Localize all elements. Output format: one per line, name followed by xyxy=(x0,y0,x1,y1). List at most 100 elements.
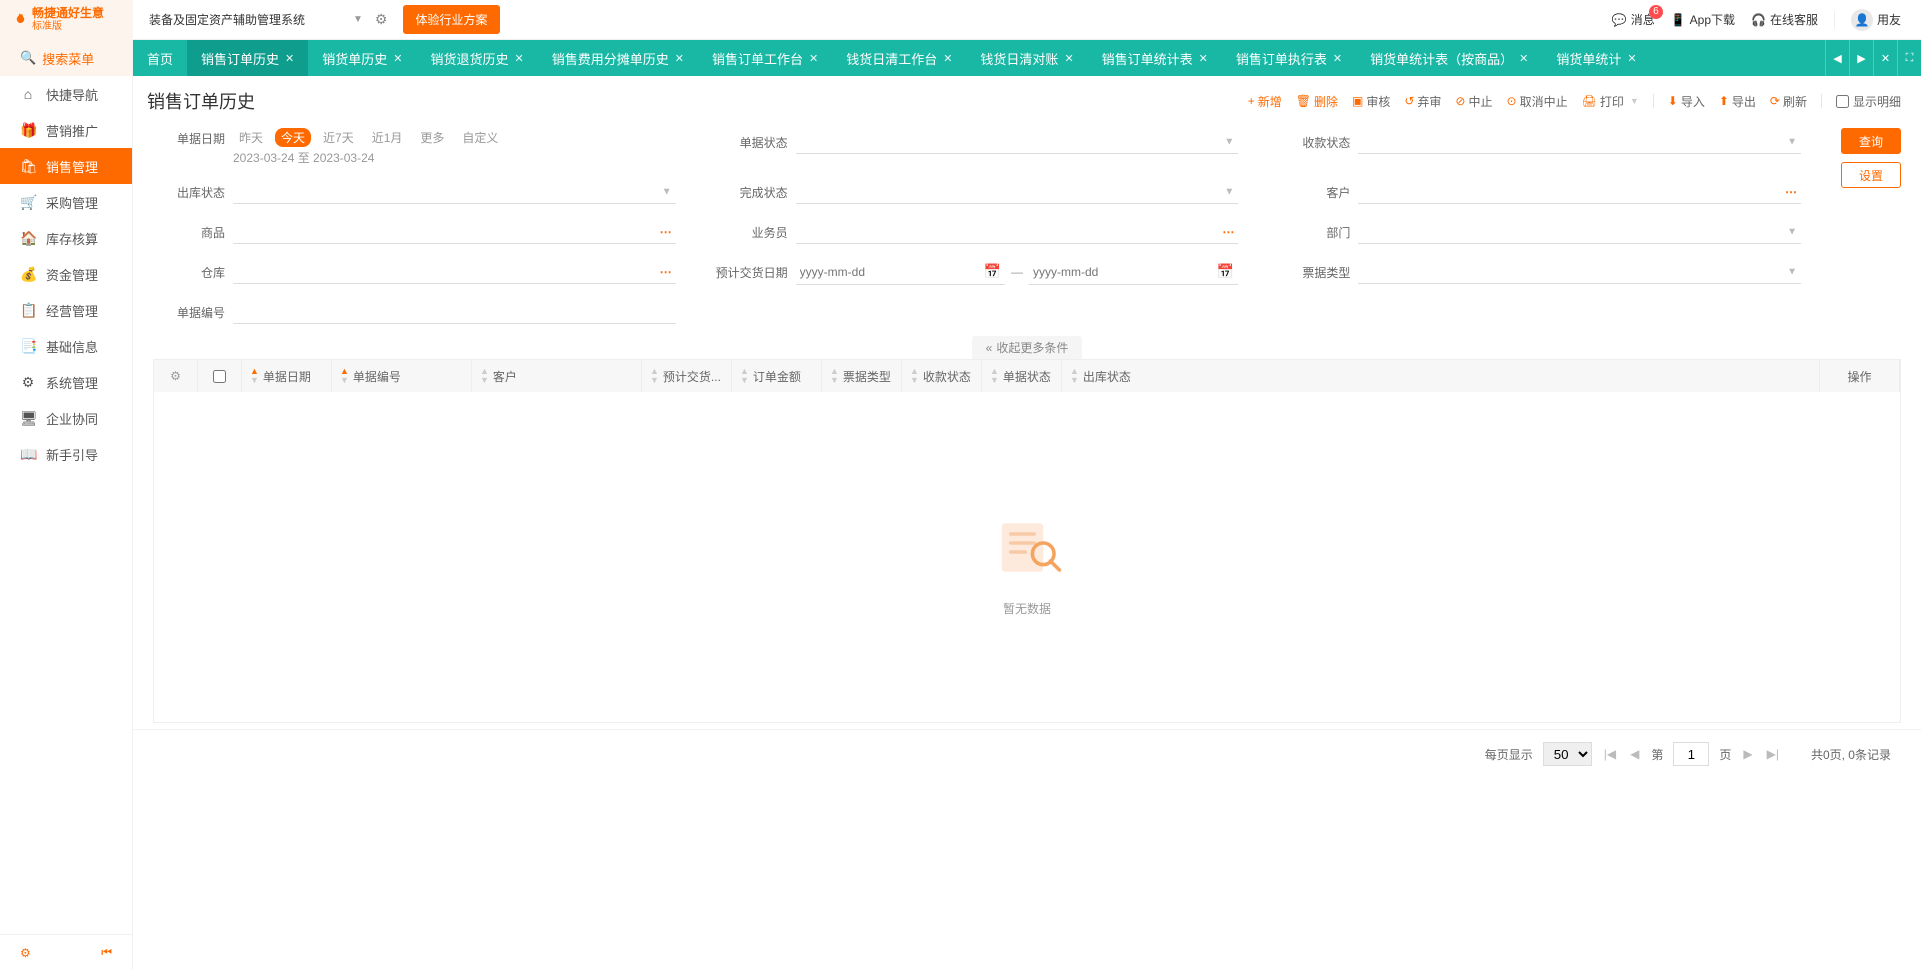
warehouse-input[interactable] xyxy=(233,258,676,284)
date-range-option[interactable]: 昨天 xyxy=(233,128,269,147)
last-page-button[interactable]: ▶| xyxy=(1765,747,1781,761)
messages-link[interactable]: 💬 消息 6 xyxy=(1612,11,1655,28)
tab[interactable]: 钱货日清对账✕ xyxy=(966,40,1087,76)
unstop-button[interactable]: ⊙取消中止 xyxy=(1507,93,1568,110)
industry-plan-button[interactable]: 体验行业方案 xyxy=(403,5,499,34)
expect-date-from[interactable] xyxy=(796,259,1005,285)
close-icon[interactable]: ✕ xyxy=(393,52,402,65)
page-input[interactable] xyxy=(1673,742,1709,766)
prev-page-button[interactable]: ◀ xyxy=(1628,747,1641,761)
close-icon[interactable]: ✕ xyxy=(675,52,684,65)
sidebar-item[interactable]: 🏠库存核算 xyxy=(0,220,132,256)
audit-button[interactable]: ▣审核 xyxy=(1352,93,1390,110)
brand-logo[interactable]: 畅捷通好生意 标准版 xyxy=(0,0,133,40)
next-page-button[interactable]: ▶ xyxy=(1741,747,1754,761)
tab[interactable]: 销售订单统计表✕ xyxy=(1088,40,1222,76)
sidebar-item[interactable]: 📖新手引导 xyxy=(0,436,132,472)
calendar-icon[interactable]: 📅 xyxy=(1217,263,1234,280)
page-size-select[interactable]: 50 xyxy=(1543,742,1592,766)
lookup-icon[interactable]: ⋯ xyxy=(1785,185,1797,199)
tabs-scroll-right[interactable]: ▶ xyxy=(1849,40,1873,76)
sidebar-item[interactable]: ⚙系统管理 xyxy=(0,364,132,400)
delete-button[interactable]: 🗑删除 xyxy=(1296,93,1338,110)
close-icon[interactable]: ✕ xyxy=(1064,52,1073,65)
import-button[interactable]: ⬇导入 xyxy=(1668,93,1705,110)
table-col-header[interactable]: ▲▼收款状态 xyxy=(902,360,982,392)
tab[interactable]: 首页 xyxy=(133,40,187,76)
export-button[interactable]: ⬆导出 xyxy=(1719,93,1756,110)
close-icon[interactable]: ✕ xyxy=(515,52,524,65)
table-col-header[interactable]: ▲▼订单金额 xyxy=(732,360,822,392)
salesman-input[interactable] xyxy=(796,218,1239,244)
abandon-audit-button[interactable]: ↺弃审 xyxy=(1404,93,1441,110)
stop-button[interactable]: ⊘中止 xyxy=(1455,93,1492,110)
tab[interactable]: 销货退货历史✕ xyxy=(416,40,537,76)
tabs-fullscreen[interactable]: ⛶ xyxy=(1897,40,1921,76)
lookup-icon[interactable]: ⋯ xyxy=(1222,225,1234,239)
show-detail-checkbox[interactable] xyxy=(1836,95,1849,108)
date-range-option[interactable]: 近1月 xyxy=(366,128,409,147)
close-icon[interactable]: ✕ xyxy=(943,52,952,65)
query-button[interactable]: 查询 xyxy=(1841,128,1901,154)
sidebar-item[interactable]: 💰资金管理 xyxy=(0,256,132,292)
sidebar-item[interactable]: 🛍销售管理 xyxy=(0,148,132,184)
tab[interactable]: 销售费用分摊单历史✕ xyxy=(538,40,698,76)
dept-select[interactable] xyxy=(1358,218,1801,244)
lookup-icon[interactable]: ⋯ xyxy=(660,225,672,239)
done-status-select[interactable] xyxy=(796,178,1239,204)
tab[interactable]: 销售订单工作台✕ xyxy=(698,40,832,76)
sidebar-item[interactable]: 📋经营管理 xyxy=(0,292,132,328)
first-page-button[interactable]: |◀ xyxy=(1602,747,1618,761)
table-settings-button[interactable]: ⚙ xyxy=(154,360,198,392)
settings-icon[interactable]: ⚙ xyxy=(20,946,31,960)
expect-date-to[interactable] xyxy=(1029,259,1238,285)
app-download-link[interactable]: 📱 App下载 xyxy=(1671,11,1735,28)
add-button[interactable]: +新增 xyxy=(1248,93,1282,110)
calendar-icon[interactable]: 📅 xyxy=(984,263,1001,280)
refresh-button[interactable]: ⟳刷新 xyxy=(1770,93,1807,110)
close-icon[interactable]: ✕ xyxy=(1333,52,1342,65)
sidebar-search[interactable]: 🔍 搜索菜单 xyxy=(0,40,132,76)
date-range-option[interactable]: 今天 xyxy=(275,128,311,147)
sidebar-item[interactable]: 🖥企业协同 xyxy=(0,400,132,436)
out-status-select[interactable] xyxy=(233,178,676,204)
close-icon[interactable]: ✕ xyxy=(1199,52,1208,65)
online-service-link[interactable]: 🎧 在线客服 xyxy=(1751,11,1818,28)
collapse-sidebar-icon[interactable]: ⏮ xyxy=(101,945,112,960)
system-selector[interactable]: 装备及固定资产辅助管理系统 ▼ xyxy=(149,11,363,28)
show-detail-toggle[interactable]: 显示明细 xyxy=(1836,93,1901,110)
table-col-header[interactable]: ▲▼单据编号 xyxy=(332,360,472,392)
pay-status-select[interactable] xyxy=(1358,128,1801,154)
collapse-filters-button[interactable]: « 收起更多条件 xyxy=(972,336,1083,359)
sidebar-item[interactable]: ⌂快捷导航 xyxy=(0,76,132,112)
gear-icon[interactable]: ⚙ xyxy=(375,11,388,28)
tab[interactable]: 销售订单历史✕ xyxy=(187,40,308,76)
date-range-option[interactable]: 更多 xyxy=(414,128,450,147)
tab[interactable]: 销货单统计✕ xyxy=(1542,40,1650,76)
close-icon[interactable]: ✕ xyxy=(809,52,818,65)
table-col-header[interactable]: ▲▼单据日期 xyxy=(242,360,332,392)
sidebar-item[interactable]: 🎁营销推广 xyxy=(0,112,132,148)
table-col-header[interactable]: ▲▼预计交货... xyxy=(642,360,732,392)
bill-no-input[interactable] xyxy=(233,298,676,324)
invoice-type-select[interactable] xyxy=(1358,258,1801,284)
tab[interactable]: 钱货日清工作台✕ xyxy=(832,40,966,76)
sidebar-item[interactable]: 🛒采购管理 xyxy=(0,184,132,220)
tab[interactable]: 销货单统计表（按商品）✕ xyxy=(1356,40,1542,76)
table-col-header[interactable]: ▲▼出库状态 xyxy=(1062,360,1820,392)
bill-status-select[interactable] xyxy=(796,128,1239,154)
tab[interactable]: 销售订单执行表✕ xyxy=(1222,40,1356,76)
table-col-header[interactable]: ▲▼单据状态 xyxy=(982,360,1062,392)
date-range-option[interactable]: 近7天 xyxy=(317,128,360,147)
table-col-header[interactable]: ▲▼票据类型 xyxy=(822,360,902,392)
lookup-icon[interactable]: ⋯ xyxy=(660,265,672,279)
settings-button[interactable]: 设置 xyxy=(1841,162,1901,188)
close-icon[interactable]: ✕ xyxy=(1627,52,1636,65)
customer-input[interactable] xyxy=(1358,178,1801,204)
close-icon[interactable]: ✕ xyxy=(285,52,294,65)
table-col-header[interactable]: ▲▼客户 xyxy=(472,360,642,392)
select-all-checkbox[interactable] xyxy=(213,370,226,383)
print-button[interactable]: 🖨打印▼ xyxy=(1582,93,1639,110)
close-icon[interactable]: ✕ xyxy=(1519,52,1528,65)
user-menu[interactable]: 👤 用友 xyxy=(1851,9,1901,31)
